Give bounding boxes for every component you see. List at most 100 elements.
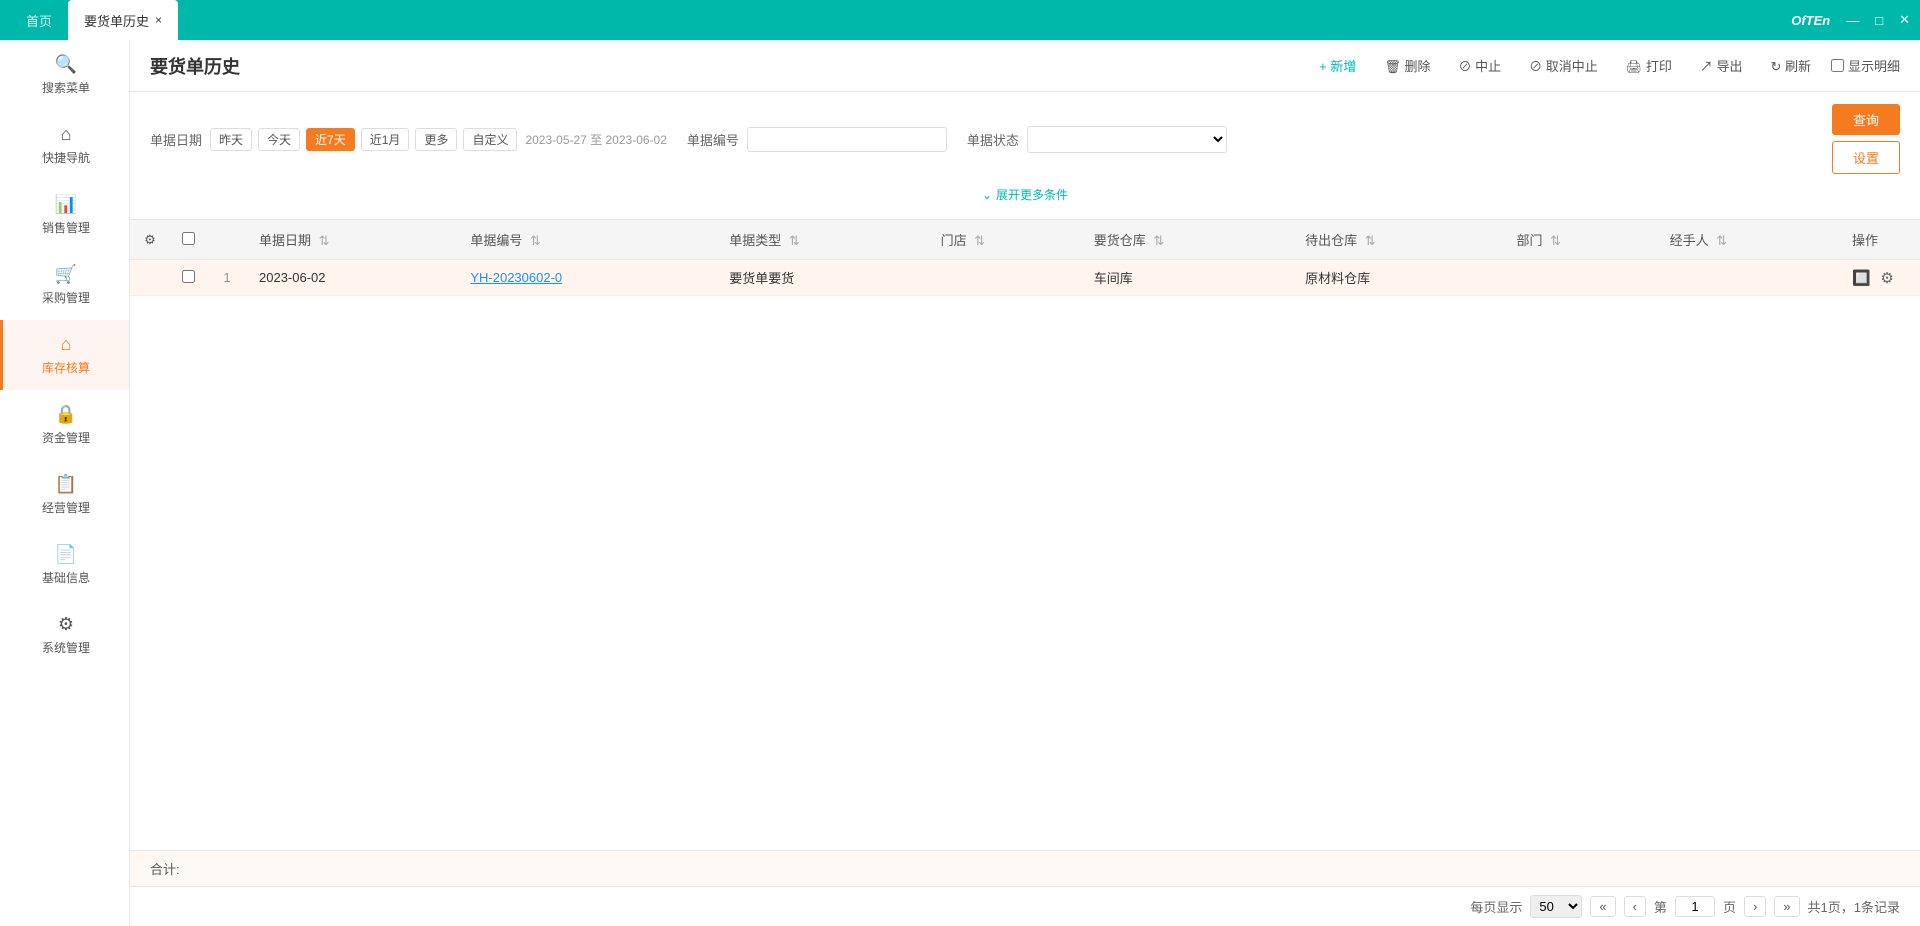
total-label: 合计: — [150, 862, 180, 877]
pagination-bar: 每页显示 50 100 « ‹ 第 页 › » 共1页，1条记录 — [130, 886, 1920, 926]
col-bill-type[interactable]: 单据类型 ⇅ — [717, 220, 928, 260]
col-req-warehouse[interactable]: 要货仓库 ⇅ — [1082, 220, 1293, 260]
brand-text: OfTEn — [1791, 13, 1830, 28]
sort-icon-bill-no: ⇅ — [530, 233, 541, 248]
page-unit-label: 页 — [1723, 897, 1736, 916]
sort-icon-bill-date: ⇅ — [319, 233, 330, 248]
col-pending-warehouse[interactable]: 待出仓库 ⇅ — [1293, 220, 1504, 260]
sidebar-item-system-mgmt[interactable]: ⚙ 系统管理 — [0, 600, 129, 670]
sidebar-item-sales-mgmt[interactable]: 📊 销售管理 — [0, 180, 129, 250]
sidebar-label-finance-mgmt: 资金管理 — [42, 429, 90, 446]
sort-icon-handler: ⇅ — [1716, 233, 1727, 248]
row-num-0: 1 — [207, 260, 247, 296]
stop-button[interactable]: ⊘ 中止 — [1450, 52, 1509, 79]
row-bill-no-0[interactable]: YH-20230602-0 — [458, 260, 717, 296]
page-go-label: 第 — [1654, 897, 1667, 916]
tab-home[interactable]: 首页 — [10, 0, 68, 40]
date-btn-custom[interactable]: 自定义 — [463, 128, 517, 151]
minimize-btn[interactable]: — — [1846, 13, 1859, 28]
main-layout: 🔍 搜索菜单 ⌂ 快捷导航 📊 销售管理 🛒 采购管理 ⌂ 库存核算 🔒 资金管… — [0, 40, 1920, 926]
sidebar: 🔍 搜索菜单 ⌂ 快捷导航 📊 销售管理 🛒 采购管理 ⌂ 库存核算 🔒 资金管… — [0, 40, 130, 926]
settings-button[interactable]: 设置 — [1832, 141, 1900, 174]
query-button[interactable]: 查询 — [1832, 104, 1900, 135]
col-handler[interactable]: 经手人 ⇅ — [1658, 220, 1840, 260]
per-page-label: 每页显示 — [1470, 897, 1522, 916]
export-button[interactable]: ↗ 导出 — [1692, 52, 1751, 79]
basic-info-icon: 📄 — [55, 544, 77, 565]
refresh-button[interactable]: ↻ 刷新 — [1762, 52, 1819, 79]
sidebar-item-inventory[interactable]: ⌂ 库存核算 — [0, 320, 129, 390]
table-row: 1 2023-06-02 YH-20230602-0 要货单要货 车间库 原材料… — [130, 260, 1920, 296]
purchase-mgmt-icon: 🛒 — [55, 264, 77, 285]
top-bar-right: OfTEn — □ ✕ — [1791, 12, 1910, 28]
expand-more-icon: ⌄ — [982, 188, 992, 202]
tab-close-icon[interactable]: × — [155, 13, 162, 27]
sidebar-label-purchase-mgmt: 采购管理 — [42, 289, 90, 306]
col-store[interactable]: 门店 ⇅ — [929, 220, 1082, 260]
close-window-btn[interactable]: ✕ — [1899, 12, 1910, 28]
table-header-row: ⚙ 单据日期 ⇅ 单据编号 ⇅ 单据类型 ⇅ 门店 ⇅ 要货仓库 ⇅ 待出仓库 … — [130, 220, 1920, 260]
row-more-icon-0[interactable]: ⚙ — [1880, 270, 1893, 287]
sidebar-label-inventory: 库存核算 — [42, 359, 90, 376]
col-bill-no[interactable]: 单据编号 ⇅ — [458, 220, 717, 260]
sidebar-item-purchase-mgmt[interactable]: 🛒 采购管理 — [0, 250, 129, 320]
tab-requisition-history[interactable]: 要货单历史 × — [68, 0, 178, 40]
sidebar-label-search-menu: 搜索菜单 — [42, 79, 90, 96]
status-select[interactable] — [1027, 126, 1227, 153]
date-filter-group: 单据日期 昨天 今天 近7天 近1月 更多 自定义 2023-05-27 至 2… — [150, 128, 667, 151]
date-label: 单据日期 — [150, 130, 202, 149]
row-req-warehouse-0: 车间库 — [1082, 260, 1293, 296]
operations-mgmt-icon: 📋 — [55, 474, 77, 495]
new-button[interactable]: + 新增 — [1311, 52, 1364, 79]
row-checkbox-col[interactable] — [170, 260, 207, 296]
sidebar-item-search-menu[interactable]: 🔍 搜索菜单 — [0, 40, 129, 110]
bill-no-input[interactable] — [747, 127, 947, 152]
sidebar-item-basic-info[interactable]: 📄 基础信息 — [0, 530, 129, 600]
per-page-select[interactable]: 50 100 — [1530, 895, 1582, 918]
date-btn-today[interactable]: 今天 — [258, 128, 300, 151]
expand-more-btn[interactable]: ⌄ 展开更多条件 — [150, 182, 1900, 207]
date-btn-yesterday[interactable]: 昨天 — [210, 128, 252, 151]
sidebar-item-operations-mgmt[interactable]: 📋 经营管理 — [0, 460, 129, 530]
prev-page-btn[interactable]: ‹ — [1624, 896, 1646, 917]
cancel-stop-button[interactable]: ⊘ 取消中止 — [1521, 52, 1606, 79]
sidebar-label-system-mgmt: 系统管理 — [42, 639, 90, 656]
col-bill-date[interactable]: 单据日期 ⇅ — [247, 220, 458, 260]
sales-mgmt-icon: 📊 — [55, 194, 77, 215]
row-view-icon-0[interactable]: 🔲 — [1852, 270, 1871, 287]
row-bill-type-0: 要货单要货 — [717, 260, 928, 296]
sort-icon-req-warehouse: ⇅ — [1153, 233, 1164, 248]
top-bar: 首页 要货单历史 × OfTEn — □ ✕ — [0, 0, 1920, 40]
display-detail-checkbox[interactable]: 显示明细 — [1831, 56, 1900, 75]
sort-icon-dept: ⇅ — [1550, 233, 1561, 248]
next-page-btn[interactable]: › — [1744, 896, 1766, 917]
print-button[interactable]: 🖨 打印 — [1618, 52, 1680, 79]
row-checkbox-0[interactable] — [182, 270, 195, 283]
select-all-checkbox[interactable] — [182, 232, 195, 245]
first-page-btn[interactable]: « — [1590, 896, 1615, 917]
sidebar-label-operations-mgmt: 经营管理 — [42, 499, 90, 516]
tab-home-label: 首页 — [26, 11, 52, 30]
tab-requisition-label: 要货单历史 — [84, 11, 149, 30]
col-settings[interactable]: ⚙ — [130, 220, 170, 260]
last-page-btn[interactable]: » — [1774, 896, 1799, 917]
display-detail-check[interactable] — [1831, 59, 1844, 72]
delete-button[interactable]: 🗑 删除 — [1376, 52, 1438, 79]
sidebar-item-quick-nav[interactable]: ⌂ 快捷导航 — [0, 110, 129, 180]
maximize-btn[interactable]: □ — [1875, 13, 1883, 28]
col-operation: 操作 — [1840, 220, 1920, 260]
date-btn-7days[interactable]: 近7天 — [306, 128, 355, 151]
table-body: 1 2023-06-02 YH-20230602-0 要货单要货 车间库 原材料… — [130, 260, 1920, 296]
row-dept-0 — [1504, 260, 1657, 296]
date-btn-more[interactable]: 更多 — [415, 128, 457, 151]
bill-no-filter-group: 单据编号 — [687, 127, 947, 152]
finance-mgmt-icon: 🔒 — [55, 404, 77, 425]
col-dept[interactable]: 部门 ⇅ — [1504, 220, 1657, 260]
page-input[interactable] — [1675, 896, 1715, 917]
filter-bar: 单据日期 昨天 今天 近7天 近1月 更多 自定义 2023-05-27 至 2… — [130, 92, 1920, 220]
row-store-0 — [929, 260, 1082, 296]
page-header: 要货单历史 + 新增 🗑 删除 ⊘ 中止 ⊘ 取消中止 🖨 打印 ↗ 导出 ↻ … — [130, 40, 1920, 92]
row-handler-0 — [1658, 260, 1840, 296]
sidebar-item-finance-mgmt[interactable]: 🔒 资金管理 — [0, 390, 129, 460]
date-btn-1month[interactable]: 近1月 — [361, 128, 410, 151]
